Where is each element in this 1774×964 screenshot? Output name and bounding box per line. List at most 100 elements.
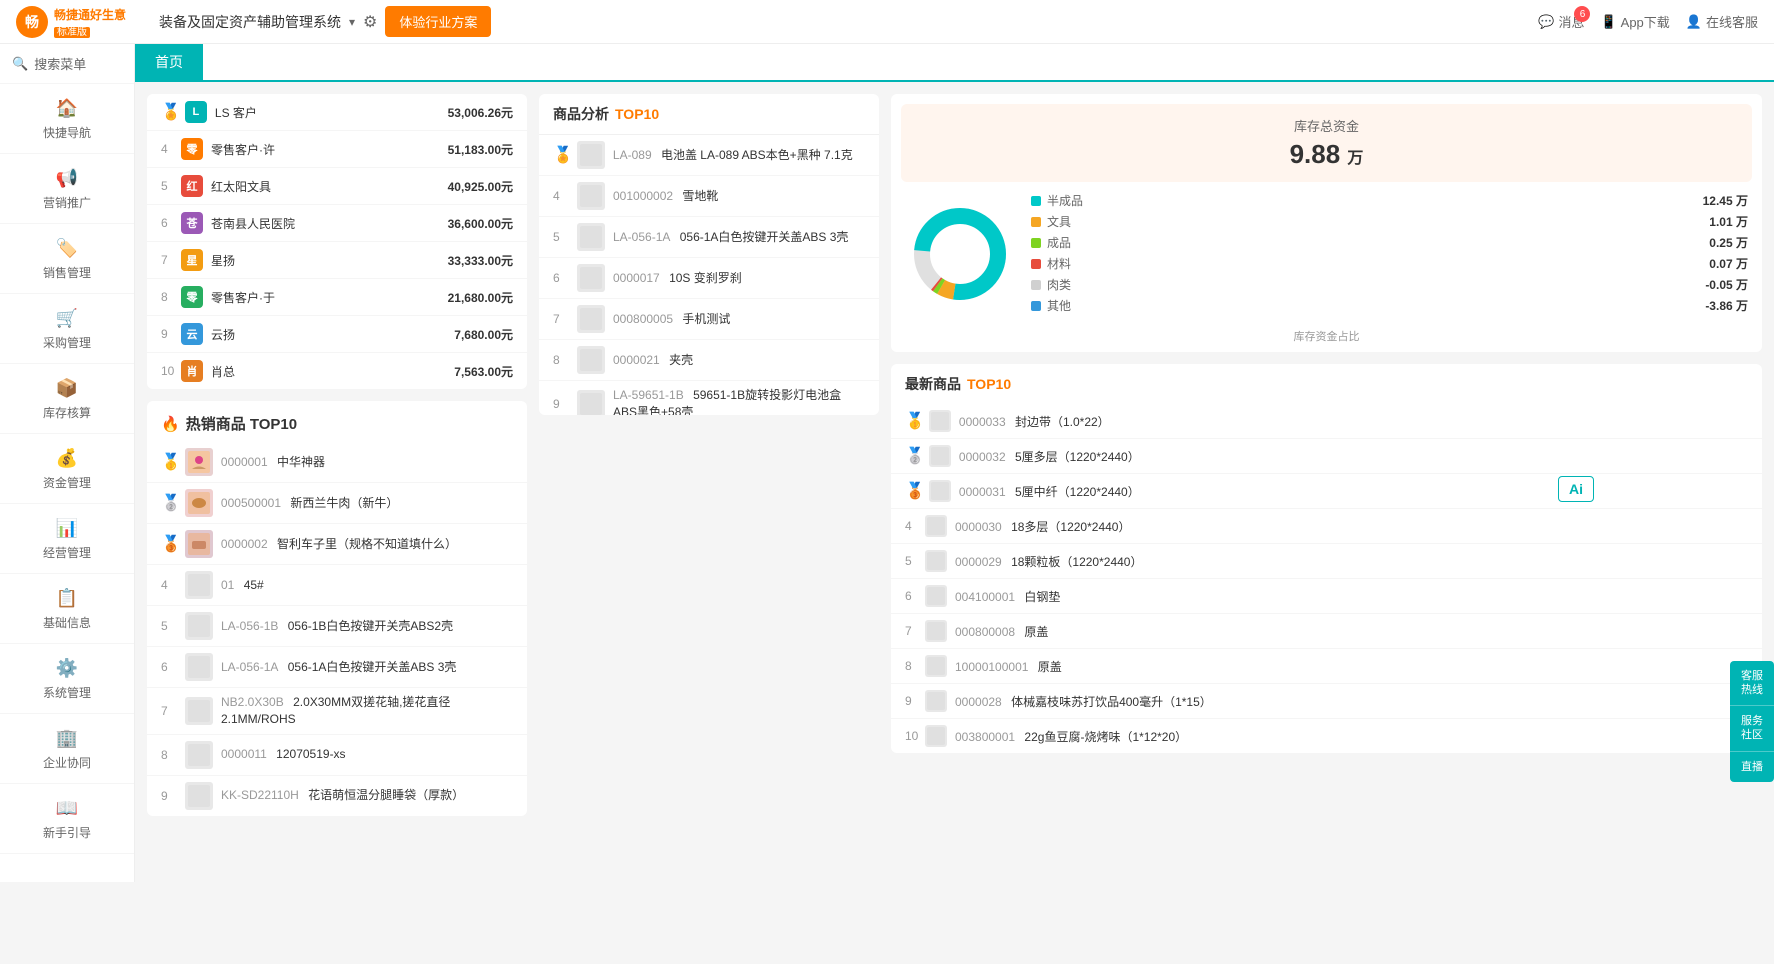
sidebar-item-system[interactable]: ⚙️ 系统管理 xyxy=(0,644,134,714)
tab-home[interactable]: 首页 xyxy=(135,44,203,82)
inventory-icon: 📦 xyxy=(55,376,79,400)
pa-item-9: 9 LA-59651-1B 59651-1B旋转投影灯电池盒ABS黑色+58壳 xyxy=(539,381,879,415)
sidebar-label-basic-info: 基础信息 xyxy=(43,614,91,631)
np-code-3: 0000031 xyxy=(959,485,1006,499)
search-menu-item[interactable]: 🔍 搜索菜单 xyxy=(0,44,134,84)
hot-product-item-9: 9 KK-SD22110H 花语萌恒温分腿睡袋（厚款） xyxy=(147,776,527,816)
np-item-5: 5 0000029 18颗粒板（1220*2440） xyxy=(891,544,1762,579)
pa-info-9: LA-59651-1B 59651-1B旋转投影灯电池盒ABS黑色+58壳 xyxy=(613,387,865,415)
donut-legend: 半成品 12.45 万 文具 1.01 万 成品 0.25 万 xyxy=(1031,192,1748,318)
pa-code-6: 0000017 xyxy=(613,271,660,285)
ai-label[interactable]: Ai xyxy=(1558,476,1594,502)
legend-item-4: 材料 0.07 万 xyxy=(1031,255,1748,272)
inventory-unit: 万 xyxy=(1347,150,1363,167)
product-name-3: 智利车子里（规格不知道填什么） xyxy=(277,537,457,551)
sidebar-item-marketing[interactable]: 📢 营销推广 xyxy=(0,154,134,224)
hp-rank-8: 8 xyxy=(161,748,181,762)
rank-num-4: 4 xyxy=(161,142,181,156)
float-btn-service[interactable]: 客服热线 xyxy=(1730,661,1774,707)
np-item-10: 10 003800001 22g鱼豆腐-烧烤味（1*12*20） xyxy=(891,719,1762,753)
float-btn-live[interactable]: 直播 xyxy=(1730,752,1774,782)
legend-dot-4 xyxy=(1031,259,1041,269)
np-name-10: 22g鱼豆腐-烧烤味（1*12*20） xyxy=(1024,730,1187,744)
product-thumb-3 xyxy=(185,530,213,558)
pa-thumb-7 xyxy=(577,305,605,333)
pa-info-4: 001000002 雪地靴 xyxy=(613,188,865,205)
donut-chart xyxy=(905,199,1015,312)
header-center: 装备及固定资产辅助管理系统 ⚙ 体验行业方案 xyxy=(151,6,1538,37)
np-name-2: 5厘多层（1220*2440） xyxy=(1015,450,1140,464)
pa-info-5: LA-056-1A 056-1A白色按键开关盖ABS 3壳 xyxy=(613,229,865,246)
customer-name-7: 星扬 xyxy=(211,252,448,269)
np-thumb-10 xyxy=(925,725,947,747)
system-dropdown-btn[interactable] xyxy=(349,15,355,29)
pa-code-7: 000800005 xyxy=(613,312,673,326)
pa-code-3: LA-089 xyxy=(613,148,652,162)
medal-silver-icon: 🥈 xyxy=(161,493,181,513)
legend-name-4: 材料 xyxy=(1047,255,1703,272)
product-info-9: KK-SD22110H 花语萌恒温分腿睡袋（厚款） xyxy=(221,787,513,804)
legend-dot-3 xyxy=(1031,238,1041,248)
np-rank-7: 7 xyxy=(905,624,925,638)
customer-avatar-6: 苍 xyxy=(181,212,203,234)
sidebar-item-operations[interactable]: 📊 经营管理 xyxy=(0,504,134,574)
np-code-1: 0000033 xyxy=(959,415,1006,429)
sidebar-item-sales[interactable]: 🏷️ 销售管理 xyxy=(0,224,134,294)
product-code-8: 0000011 xyxy=(221,747,267,761)
pa-item-5: 5 LA-056-1A 056-1A白色按键开关盖ABS 3壳 xyxy=(539,217,879,258)
product-name-5: 056-1B白色按键开关壳ABS2壳 xyxy=(288,619,453,633)
sidebar-item-quick-nav[interactable]: 🏠 快捷导航 xyxy=(0,84,134,154)
header-right: 💬 消息 6 📱 App下载 👤 在线客服 xyxy=(1538,12,1758,31)
rank-num-7: 7 xyxy=(161,253,181,267)
product-name-8: 12070519-xs xyxy=(276,747,345,761)
pa-code-4: 001000002 xyxy=(613,189,673,203)
donut-chart-section: 半成品 12.45 万 文具 1.01 万 成品 0.25 万 xyxy=(891,182,1762,328)
sidebar-item-basic-info[interactable]: 📋 基础信息 xyxy=(0,574,134,644)
customer-top10-card: 🏅 L LS 客户 53,006.26元 4 零 零售客户·许 51,183.0… xyxy=(147,94,527,389)
sidebar-label-cooperation: 企业协同 xyxy=(43,754,91,771)
legend-value-6: -3.86 万 xyxy=(1705,297,1748,314)
right-column: 库存总资金 9.88 万 xyxy=(891,94,1762,870)
online-service-btn[interactable]: 👤 在线客服 xyxy=(1686,12,1758,31)
new-products-card: 最新商品 TOP10 🥇 0000033 封边带（1.0*22） 🥈 xyxy=(891,364,1762,753)
trial-btn[interactable]: 体验行业方案 xyxy=(385,6,491,37)
app-download-btn[interactable]: 📱 App下载 xyxy=(1600,12,1669,31)
sidebar-item-cooperation[interactable]: 🏢 企业协同 xyxy=(0,714,134,784)
np-code-10: 003800001 xyxy=(955,730,1015,744)
product-name-6: 056-1A白色按键开关盖ABS 3壳 xyxy=(288,660,457,674)
settings-btn[interactable]: ⚙ xyxy=(363,12,377,32)
np-thumb-2 xyxy=(929,445,951,467)
np-thumb-9 xyxy=(925,690,947,712)
sidebar-item-inventory[interactable]: 📦 库存核算 xyxy=(0,364,134,434)
product-name-2: 新西兰牛肉（新牛） xyxy=(290,496,398,510)
np-item-7: 7 000800008 原盖 xyxy=(891,614,1762,649)
legend-name-2: 文具 xyxy=(1047,213,1703,230)
legend-name-6: 其他 xyxy=(1047,297,1699,314)
sidebar-item-purchase[interactable]: 🛒 采购管理 xyxy=(0,294,134,364)
legend-dot-1 xyxy=(1031,196,1041,206)
sidebar-label-marketing: 营销推广 xyxy=(43,194,91,211)
product-code-6: LA-056-1A xyxy=(221,660,278,674)
np-info-7: 000800008 原盖 xyxy=(955,623,1048,640)
hot-products-card: 🔥 热销商品 TOP10 🥇 0000001 中华神器 🥈 xyxy=(147,401,527,816)
purchase-icon: 🛒 xyxy=(55,306,79,330)
messages-btn[interactable]: 💬 消息 6 xyxy=(1538,12,1584,31)
customer-rank-item-9: 9 云 云扬 7,680.00元 xyxy=(147,316,527,353)
product-name-4: 45# xyxy=(244,578,264,592)
legend-name-3: 成品 xyxy=(1047,234,1703,251)
sidebar-item-guide[interactable]: 📖 新手引导 xyxy=(0,784,134,854)
pa-item-3: 🏅 LA-089 电池盖 LA-089 ABS本色+黑种 7.1克 xyxy=(539,135,879,176)
product-analysis-top10: TOP10 xyxy=(615,106,659,122)
np-medal-bronze: 🥉 xyxy=(905,481,925,501)
pa-item-4: 4 001000002 雪地靴 xyxy=(539,176,879,217)
product-name-9: 花语萌恒温分腿睡袋（厚款） xyxy=(308,788,464,802)
hot-product-item-3: 🥉 0000002 智利车子里（规格不知道填什么） xyxy=(147,524,527,565)
pa-rank-7: 7 xyxy=(553,312,573,326)
float-btn-community[interactable]: 服务社区 xyxy=(1730,706,1774,752)
medal-icon: 🏅 xyxy=(161,102,181,122)
customer-avatar-4: 零 xyxy=(181,138,203,160)
sidebar-item-finance[interactable]: 💰 资金管理 xyxy=(0,434,134,504)
np-medal-gold: 🥇 xyxy=(905,411,925,431)
customer-name-5: 红太阳文具 xyxy=(211,178,448,195)
pa-code-9: LA-59651-1B xyxy=(613,388,684,402)
